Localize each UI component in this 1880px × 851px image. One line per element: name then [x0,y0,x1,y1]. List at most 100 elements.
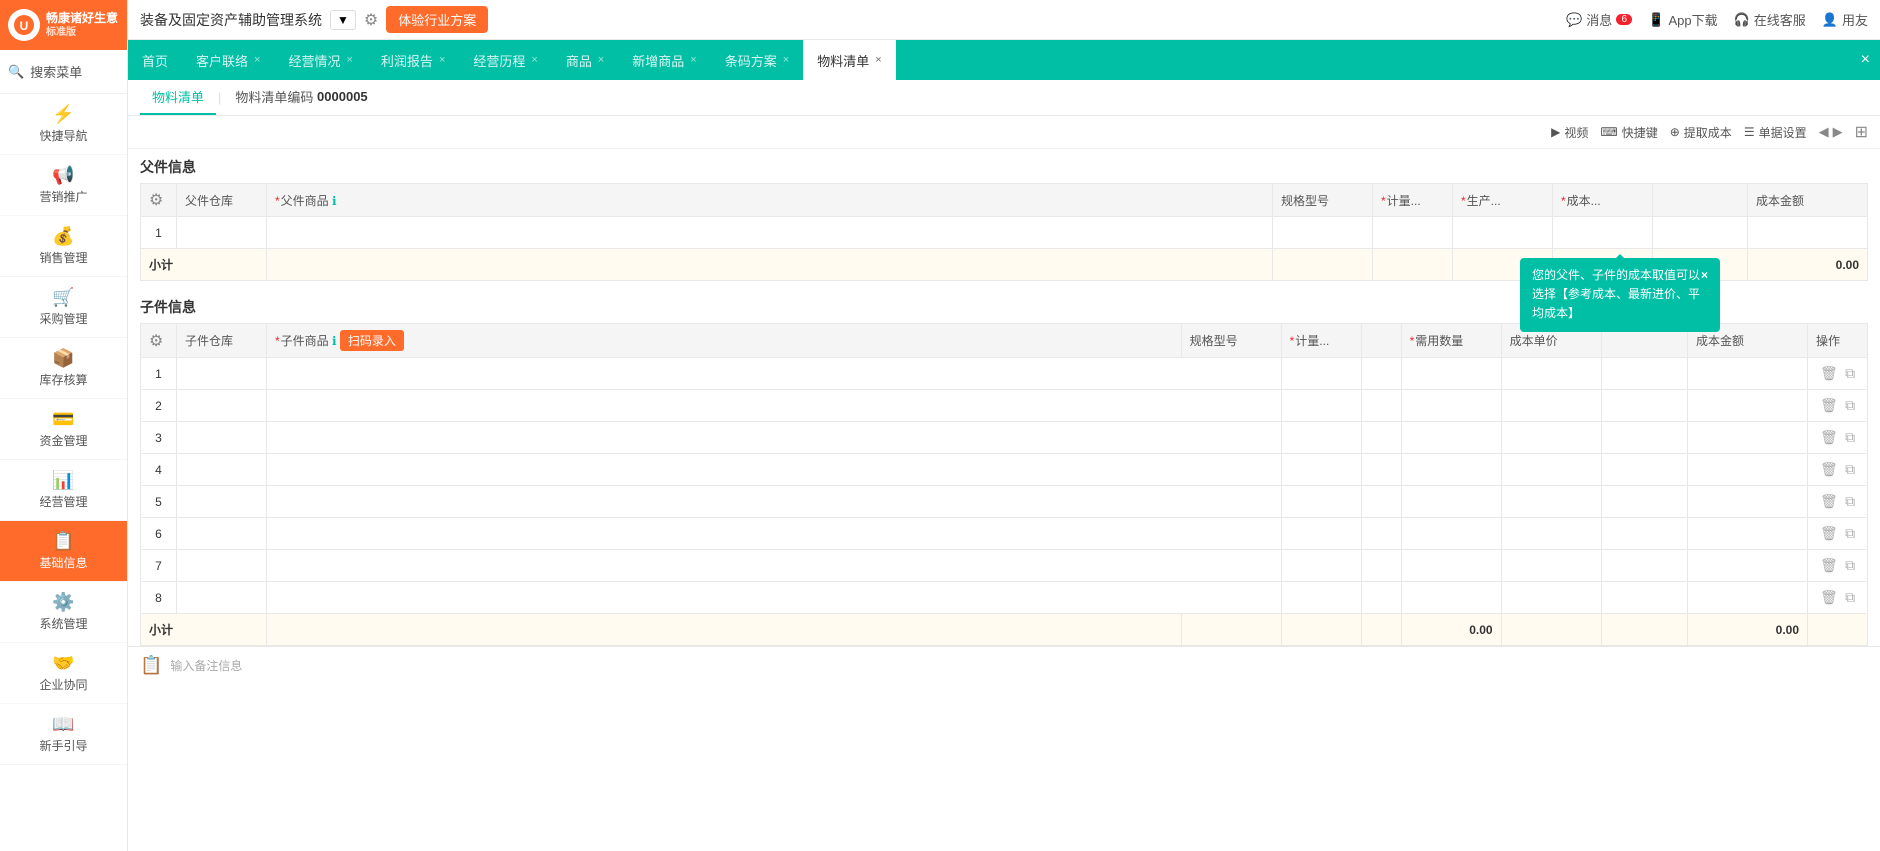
child-row-warehouse-8[interactable] [177,582,267,614]
parent-settings-icon[interactable]: ⚙ [149,192,163,209]
sidebar-item-system[interactable]: ⚙️ 系统管理 [0,582,127,643]
single-setting-button[interactable]: ☰ 单据设置 [1744,124,1807,141]
view-button[interactable]: ▶ 视频 [1551,124,1588,141]
sidebar-item-purchase[interactable]: 🛒 采购管理 [0,277,127,338]
close-tab-barcode[interactable]: × [783,54,789,66]
close-tab-new-product[interactable]: × [690,54,696,66]
tab-profit[interactable]: 利润报告 × [367,40,459,80]
child-row-product-7[interactable] [267,550,1282,582]
trial-button[interactable]: 体验行业方案 [386,6,488,33]
sidebar-item-guide[interactable]: 📖 新手引导 [0,704,127,765]
settings-icon[interactable]: ⚙ [364,10,378,30]
child-row-warehouse-7[interactable] [177,550,267,582]
tab-product[interactable]: 商品 × [552,40,618,80]
copy-row-2-button[interactable]: ⧉ [1845,397,1855,413]
close-tab-product[interactable]: × [598,54,604,66]
user-avatar[interactable]: 👤 用友 [1822,10,1868,29]
child-row-need-1[interactable] [1401,358,1501,390]
child-row-unit-6[interactable] [1281,518,1361,550]
child-row-need-4[interactable] [1401,454,1501,486]
tab-barcode[interactable]: 条码方案 × [711,40,803,80]
child-row-unit-3[interactable] [1281,422,1361,454]
sub-tab-bom[interactable]: 物料清单 [140,80,216,115]
parent-row-cost-1[interactable] [1552,217,1652,249]
sidebar-item-finance[interactable]: 💳 资金管理 [0,399,127,460]
delete-row-6-button[interactable]: 🗑 [1820,525,1838,541]
child-row-warehouse-4[interactable] [177,454,267,486]
sidebar-item-management[interactable]: 📊 经营管理 [0,460,127,521]
scan-input-button[interactable]: 扫码录入 [340,330,404,351]
child-row-need-5[interactable] [1401,486,1501,518]
child-product-info-icon[interactable]: ℹ [332,334,337,348]
child-row-unit-2[interactable] [1281,390,1361,422]
extract-cost-button[interactable]: ⊕ 提取成本 [1670,124,1732,141]
child-row-warehouse-1[interactable] [177,358,267,390]
sub-tab-bom-code[interactable]: 物料清单编码 0000005 [223,80,379,115]
delete-row-1-button[interactable]: 🗑 [1820,365,1838,381]
app-download-button[interactable]: 📱 App下载 [1648,10,1717,29]
system-dropdown-button[interactable]: ▼ [330,10,356,30]
copy-row-5-button[interactable]: ⧉ [1845,493,1855,509]
child-row-warehouse-6[interactable] [177,518,267,550]
parent-row-spec-1[interactable] [1272,217,1372,249]
sidebar-item-sales[interactable]: 💰 销售管理 [0,216,127,277]
parent-row-unit-1[interactable] [1372,217,1452,249]
delete-row-4-button[interactable]: 🗑 [1820,461,1838,477]
delete-row-7-button[interactable]: 🗑 [1820,557,1838,573]
child-row-need-8[interactable] [1401,582,1501,614]
child-row-warehouse-3[interactable] [177,422,267,454]
child-row-warehouse-2[interactable] [177,390,267,422]
child-row-product-2[interactable] [267,390,1282,422]
delete-row-3-button[interactable]: 🗑 [1820,429,1838,445]
child-row-unit-cost-5[interactable] [1501,486,1601,518]
child-row-product-8[interactable] [267,582,1282,614]
parent-row-product-1[interactable] [267,217,1273,249]
child-row-unit-5[interactable] [1281,486,1361,518]
copy-row-7-button[interactable]: ⧉ [1845,557,1855,573]
parent-row-warehouse-1[interactable] [177,217,267,249]
child-row-product-4[interactable] [267,454,1282,486]
child-row-unit-cost-4[interactable] [1501,454,1601,486]
delete-row-2-button[interactable]: 🗑 [1820,397,1838,413]
child-row-unit-7[interactable] [1281,550,1361,582]
online-service-button[interactable]: 🎧 在线客服 [1734,10,1806,29]
child-row-need-7[interactable] [1401,550,1501,582]
tooltip-close-button[interactable]: × [1701,266,1708,285]
tab-operation[interactable]: 经营情况 × [274,40,366,80]
prev-arrow[interactable]: ◀ [1819,124,1829,140]
copy-row-6-button[interactable]: ⧉ [1845,525,1855,541]
copy-row-4-button[interactable]: ⧉ [1845,461,1855,477]
child-row-unit-cost-6[interactable] [1501,518,1601,550]
message-button[interactable]: 💬 消息 6 [1566,10,1632,29]
close-all-tabs-button[interactable]: × [1851,51,1880,69]
child-row-product-6[interactable] [267,518,1282,550]
child-row-unit-4[interactable] [1281,454,1361,486]
memo-placeholder[interactable]: 输入备注信息 [170,657,242,674]
child-row-unit-cost-1[interactable] [1501,358,1601,390]
shortcut-button[interactable]: ⌨ 快捷键 [1600,124,1657,141]
delete-row-5-button[interactable]: 🗑 [1820,493,1838,509]
grid-view-icon[interactable]: ⊞ [1855,122,1868,142]
sidebar-item-quick-nav[interactable]: ⚡ 快捷导航 [0,94,127,155]
child-row-unit-8[interactable] [1281,582,1361,614]
close-tab-profit[interactable]: × [439,54,445,66]
copy-row-3-button[interactable]: ⧉ [1845,429,1855,445]
tab-home[interactable]: 首页 [128,40,182,80]
close-tab-history[interactable]: × [531,54,537,66]
search-menu-button[interactable]: 🔍 搜索菜单 [8,58,119,85]
child-row-need-2[interactable] [1401,390,1501,422]
close-tab-customer[interactable]: × [254,54,260,66]
sidebar-item-enterprise[interactable]: 🤝 企业协同 [0,643,127,704]
tab-new-product[interactable]: 新增商品 × [618,40,710,80]
sidebar-item-marketing[interactable]: 📢 营销推广 [0,155,127,216]
tab-customer[interactable]: 客户联络 × [182,40,274,80]
close-tab-bom[interactable]: × [875,54,881,66]
parent-product-info-icon[interactable]: ℹ [332,194,337,208]
sidebar-item-basic-info[interactable]: 📋 基础信息 [0,521,127,582]
child-row-unit-cost-3[interactable] [1501,422,1601,454]
child-settings-icon[interactable]: ⚙ [149,333,163,350]
sidebar-item-inventory[interactable]: 📦 库存核算 [0,338,127,399]
child-row-unit-1[interactable] [1281,358,1361,390]
delete-row-8-button[interactable]: 🗑 [1820,589,1838,605]
next-arrow[interactable]: ▶ [1833,124,1843,140]
